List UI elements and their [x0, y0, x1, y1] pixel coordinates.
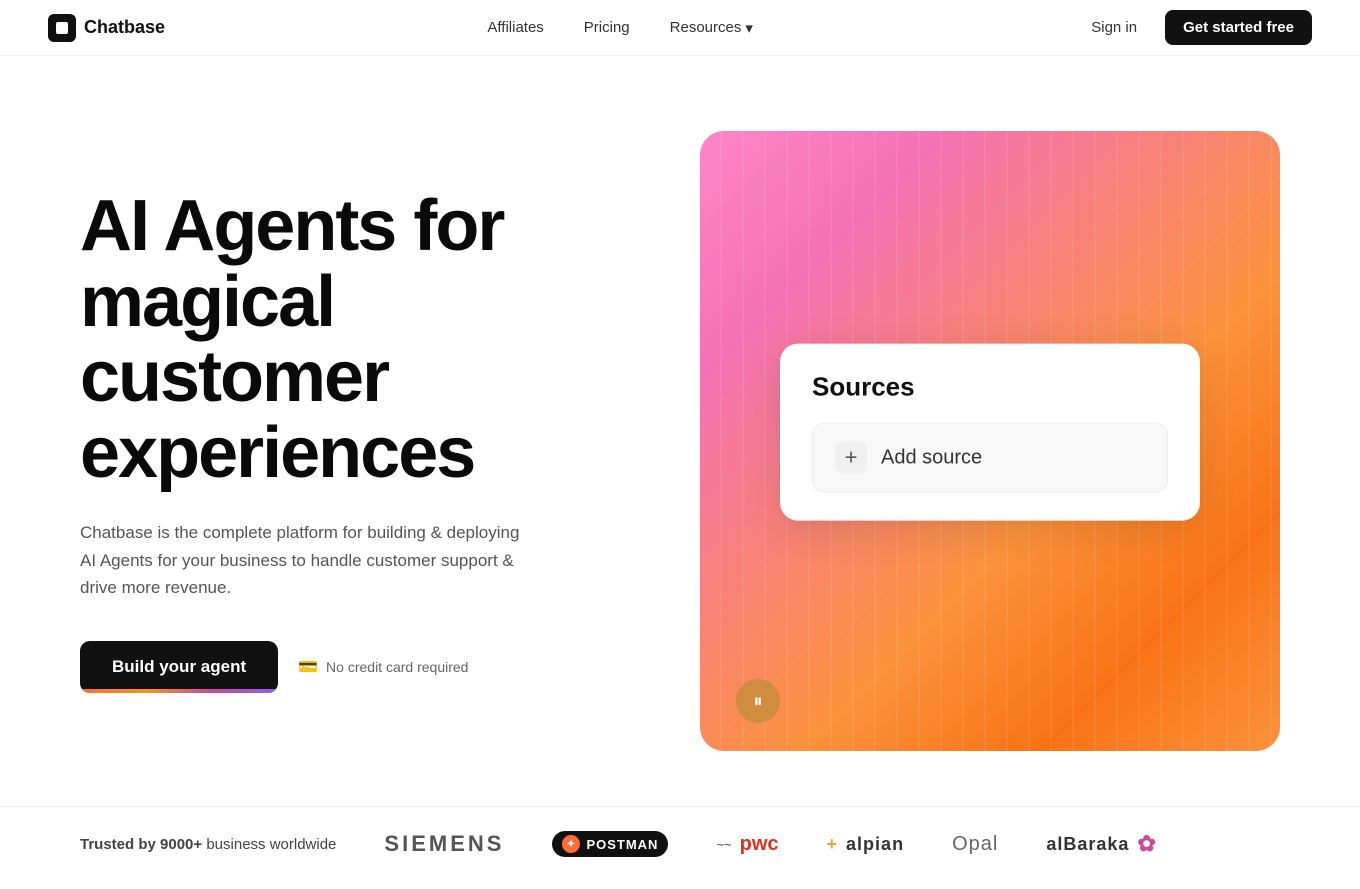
hero-illustration: Sources + Add source ⏸ [700, 131, 1280, 751]
nav-pricing[interactable]: Pricing [568, 11, 646, 44]
nav-resources[interactable]: Resources ▾ [654, 11, 769, 45]
hero-left: AI Agents for magical customer experienc… [80, 189, 660, 693]
nav-links: Affiliates Pricing Resources ▾ [471, 11, 769, 45]
nav-right: Sign in Get started free [1075, 10, 1312, 45]
hero-title: AI Agents for magical customer experienc… [80, 189, 660, 491]
chevron-down-icon: ▾ [745, 19, 753, 37]
plus-icon: + [835, 442, 867, 474]
credit-card-icon: 💳 [298, 657, 318, 677]
logo-icon [48, 14, 76, 42]
trusted-section: Trusted by 9000+ business worldwide SIEM… [0, 806, 1360, 889]
nav-affiliates[interactable]: Affiliates [471, 11, 559, 44]
build-agent-button[interactable]: Build your agent [80, 641, 278, 693]
postman-logo: ✦ POSTMAN [552, 831, 668, 857]
get-started-button[interactable]: Get started free [1165, 10, 1312, 45]
signin-button[interactable]: Sign in [1075, 11, 1153, 44]
siemens-logo: SIEMENS [384, 831, 504, 857]
alpian-logo: +alpian [827, 834, 905, 855]
albaraka-logo: alBaraka✿ [1046, 831, 1157, 857]
sources-title: Sources [812, 372, 1168, 403]
opal-logo: Opal [952, 833, 998, 856]
navbar: Chatbase Affiliates Pricing Resources ▾ … [0, 0, 1360, 56]
add-source-button[interactable]: + Add source [812, 423, 1168, 493]
brand-name: Chatbase [84, 17, 165, 38]
pwc-logo: ~~pwc [716, 833, 778, 856]
hero-actions: Build your agent 💳 No credit card requir… [80, 641, 660, 693]
add-source-label: Add source [881, 446, 982, 469]
no-card-label: 💳 No credit card required [298, 657, 468, 677]
hero-section: AI Agents for magical customer experienc… [0, 56, 1360, 806]
trusted-text: Trusted by 9000+ business worldwide [80, 836, 336, 853]
postman-icon: ✦ [562, 835, 580, 853]
partner-logos: SIEMENS ✦ POSTMAN ~~pwc +alpian Opal alB… [384, 831, 1156, 857]
sources-card: Sources + Add source [780, 344, 1200, 521]
pause-button[interactable]: ⏸ [736, 679, 780, 723]
hero-description: Chatbase is the complete platform for bu… [80, 519, 520, 601]
logo-link[interactable]: Chatbase [48, 14, 165, 42]
pause-icon: ⏸ [754, 691, 763, 712]
